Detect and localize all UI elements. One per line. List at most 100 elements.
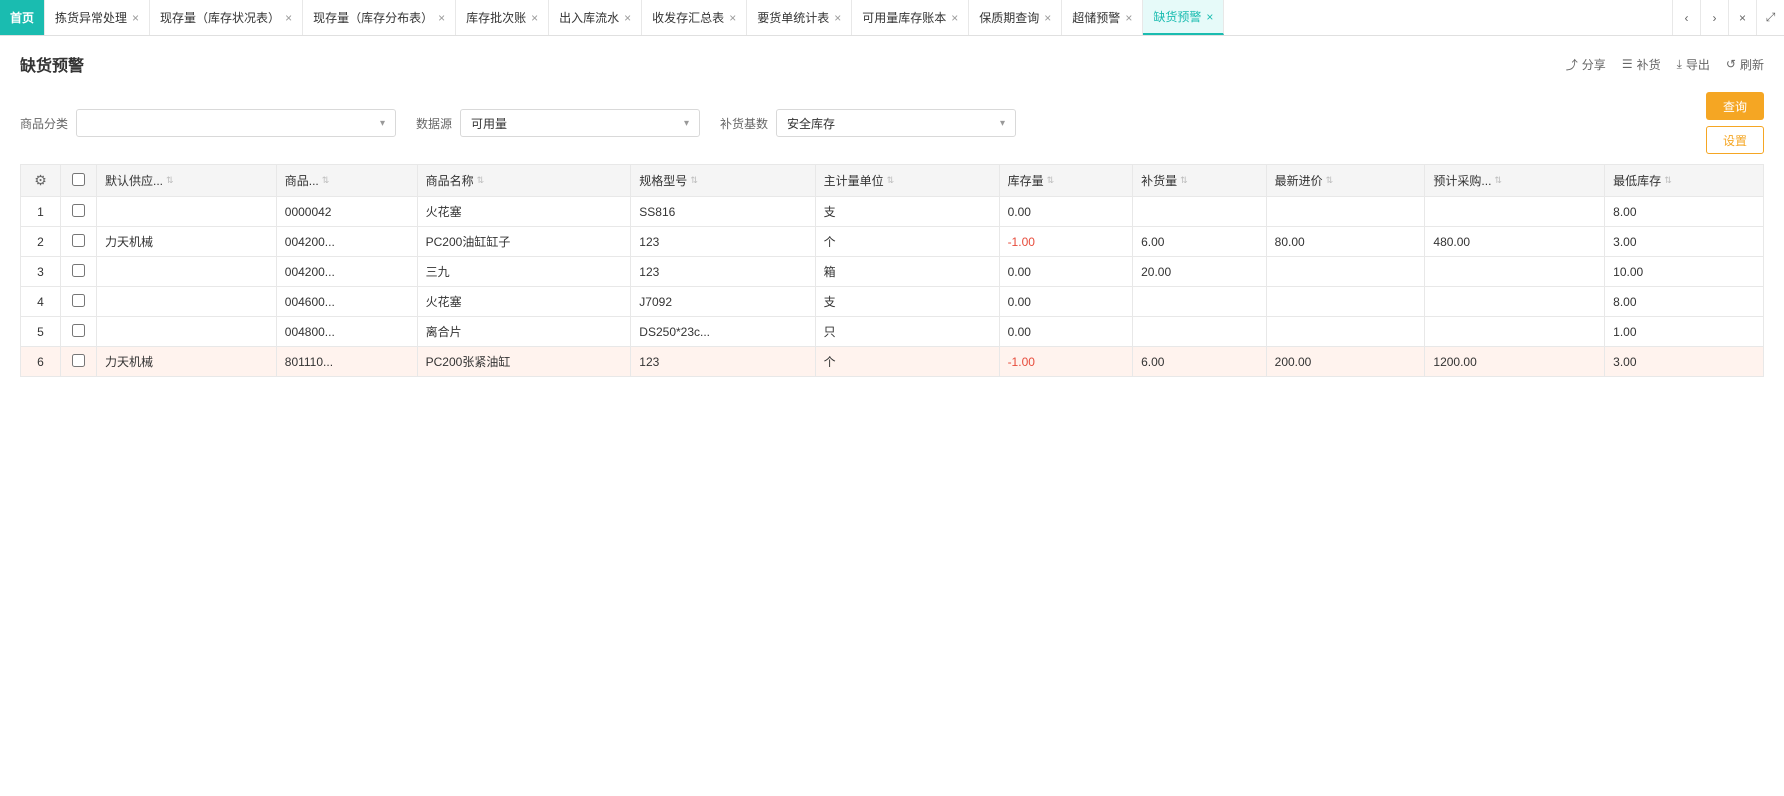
cell-unit: 箱 [815, 257, 999, 287]
nav-tab-1[interactable]: 拣货异常处理 × [45, 0, 150, 35]
spec-header-label: 规格型号 [639, 172, 687, 189]
nav-tab-0[interactable]: 首页 [0, 0, 45, 35]
datasource-chevron-icon: ▾ [684, 118, 689, 129]
cell-name: 离合片 [417, 317, 631, 347]
cell-name: PC200张紧油缸 [417, 347, 631, 377]
refresh-label: 刷新 [1740, 56, 1764, 73]
tab-label-7: 要货单统计表 [757, 9, 829, 26]
export-action[interactable]: ⤓ 导出 [1677, 56, 1710, 73]
nav-tab-8[interactable]: 可用量库存账本 × [852, 0, 969, 35]
cell-stock: -1.00 [999, 227, 1133, 257]
cell-supplier [97, 317, 277, 347]
cell-min_stock: 10.00 [1605, 257, 1764, 287]
nav-tab-3[interactable]: 现存量（库存分布表） × [303, 0, 456, 35]
spec-sort[interactable]: 规格型号 ⇅ [639, 172, 806, 189]
refresh-icon: ↺ [1726, 57, 1736, 71]
cell-min_stock: 3.00 [1605, 227, 1764, 257]
tab-label-4: 库存批次账 [466, 9, 526, 26]
nav-tab-9[interactable]: 保质期查询 × [969, 0, 1062, 35]
replenish-header-label: 补货量 [1141, 172, 1177, 189]
row-checkbox-cell [61, 287, 97, 317]
datasource-label: 数据源 [416, 115, 452, 132]
code-sort[interactable]: 商品... ⇅ [285, 172, 409, 189]
tab-close-2[interactable]: × [285, 11, 292, 25]
tab-close-10[interactable]: × [1125, 11, 1132, 25]
code-header-label: 商品... [285, 172, 319, 189]
estimated-purchase-column-header: 预计采购... ⇅ [1425, 165, 1605, 197]
filter-area: 商品分类 ▾ 数据源 可用量 ▾ 补货基数 安全库存 ▾ [20, 92, 1764, 154]
gear-icon[interactable]: ⚙ [34, 172, 47, 188]
supplier-sort-icon: ⇅ [166, 175, 174, 186]
cell-stock: -1.00 [999, 347, 1133, 377]
tab-close-7[interactable]: × [834, 11, 841, 25]
replenish-icon: ☰ [1622, 57, 1633, 71]
tab-close-1[interactable]: × [132, 11, 139, 25]
row-checkbox[interactable] [72, 204, 85, 217]
nav-tab-2[interactable]: 现存量（库存状况表） × [150, 0, 303, 35]
stock-column-header: 库存量 ⇅ [999, 165, 1133, 197]
row-checkbox[interactable] [72, 264, 85, 277]
nav-tab-5[interactable]: 出入库流水 × [549, 0, 642, 35]
supplier-sort[interactable]: 默认供应... ⇅ [105, 172, 268, 189]
table-row: 2力天机械004200...PC200油缸缸子123个-1.006.0080.0… [21, 227, 1764, 257]
cell-stock: 0.00 [999, 257, 1133, 287]
refresh-action[interactable]: ↺ 刷新 [1726, 56, 1764, 73]
cell-spec: DS250*23c... [631, 317, 815, 347]
cell-latest_price: 80.00 [1266, 227, 1425, 257]
latest-price-sort[interactable]: 最新进价 ⇅ [1275, 172, 1417, 189]
replenish-base-select[interactable]: 安全库存 ▾ [776, 109, 1016, 137]
cell-code: 004600... [276, 287, 417, 317]
row-checkbox[interactable] [72, 354, 85, 367]
tab-label-1: 拣货异常处理 [55, 9, 127, 26]
tab-close-5[interactable]: × [624, 11, 631, 25]
code-sort-icon: ⇅ [322, 175, 330, 186]
header-row: ⚙ 默认供应... ⇅ 商品... ⇅ [21, 165, 1764, 197]
cell-latest_price [1266, 287, 1425, 317]
tab-close-8[interactable]: × [951, 11, 958, 25]
nav-tab-10[interactable]: 超储预警 × [1062, 0, 1143, 35]
fullscreen-button[interactable]: ⤢ [1756, 0, 1784, 36]
replenish-sort-icon: ⇅ [1180, 175, 1188, 186]
table-row: 6力天机械801110...PC200张紧油缸123个-1.006.00200.… [21, 347, 1764, 377]
min-stock-sort[interactable]: 最低库存 ⇅ [1613, 172, 1755, 189]
cell-min_stock: 3.00 [1605, 347, 1764, 377]
settings-button[interactable]: 设置 [1706, 126, 1764, 154]
prev-tab-button[interactable]: ‹ [1672, 0, 1700, 36]
nav-tab-6[interactable]: 收发存汇总表 × [642, 0, 747, 35]
tab-close-3[interactable]: × [438, 11, 445, 25]
estimated-purchase-sort[interactable]: 预计采购... ⇅ [1433, 172, 1596, 189]
next-tab-button[interactable]: › [1700, 0, 1728, 36]
nav-tab-4[interactable]: 库存批次账 × [456, 0, 549, 35]
nav-tab-7[interactable]: 要货单统计表 × [747, 0, 852, 35]
replenish-base-label: 补货基数 [720, 115, 768, 132]
cell-code: 004200... [276, 257, 417, 287]
datasource-select[interactable]: 可用量 ▾ [460, 109, 700, 137]
query-button[interactable]: 查询 [1706, 92, 1764, 120]
row-checkbox[interactable] [72, 324, 85, 337]
table-container: ⚙ 默认供应... ⇅ 商品... ⇅ [20, 164, 1764, 377]
stock-sort[interactable]: 库存量 ⇅ [1008, 172, 1125, 189]
tab-close-9[interactable]: × [1044, 11, 1051, 25]
tab-close-6[interactable]: × [729, 11, 736, 25]
share-action[interactable]: ⤴ 分享 [1566, 56, 1606, 73]
row-checkbox-cell [61, 227, 97, 257]
close-window-button[interactable]: × [1728, 0, 1756, 36]
tab-close-4[interactable]: × [531, 11, 538, 25]
replenish-action[interactable]: ☰ 补货 [1622, 56, 1661, 73]
row-checkbox[interactable] [72, 234, 85, 247]
category-select[interactable]: ▾ [76, 109, 396, 137]
cell-unit: 个 [815, 347, 999, 377]
replenish-sort[interactable]: 补货量 ⇅ [1141, 172, 1258, 189]
name-sort[interactable]: 商品名称 ⇅ [426, 172, 623, 189]
latest-price-sort-icon: ⇅ [1326, 175, 1334, 186]
tab-label-10: 超储预警 [1072, 9, 1120, 26]
row-checkbox[interactable] [72, 294, 85, 307]
category-label: 商品分类 [20, 115, 68, 132]
tab-close-11[interactable]: × [1206, 10, 1213, 24]
select-all-checkbox[interactable] [72, 173, 85, 186]
unit-sort[interactable]: 主计量单位 ⇅ [824, 172, 991, 189]
cell-spec: 123 [631, 227, 815, 257]
nav-tab-11[interactable]: 缺货预警 × [1143, 0, 1224, 35]
page-content: 缺货预警 ⤴ 分享 ☰ 补货 ⤓ 导出 ↺ 刷新 商品分类 [0, 36, 1784, 796]
unit-column-header: 主计量单位 ⇅ [815, 165, 999, 197]
